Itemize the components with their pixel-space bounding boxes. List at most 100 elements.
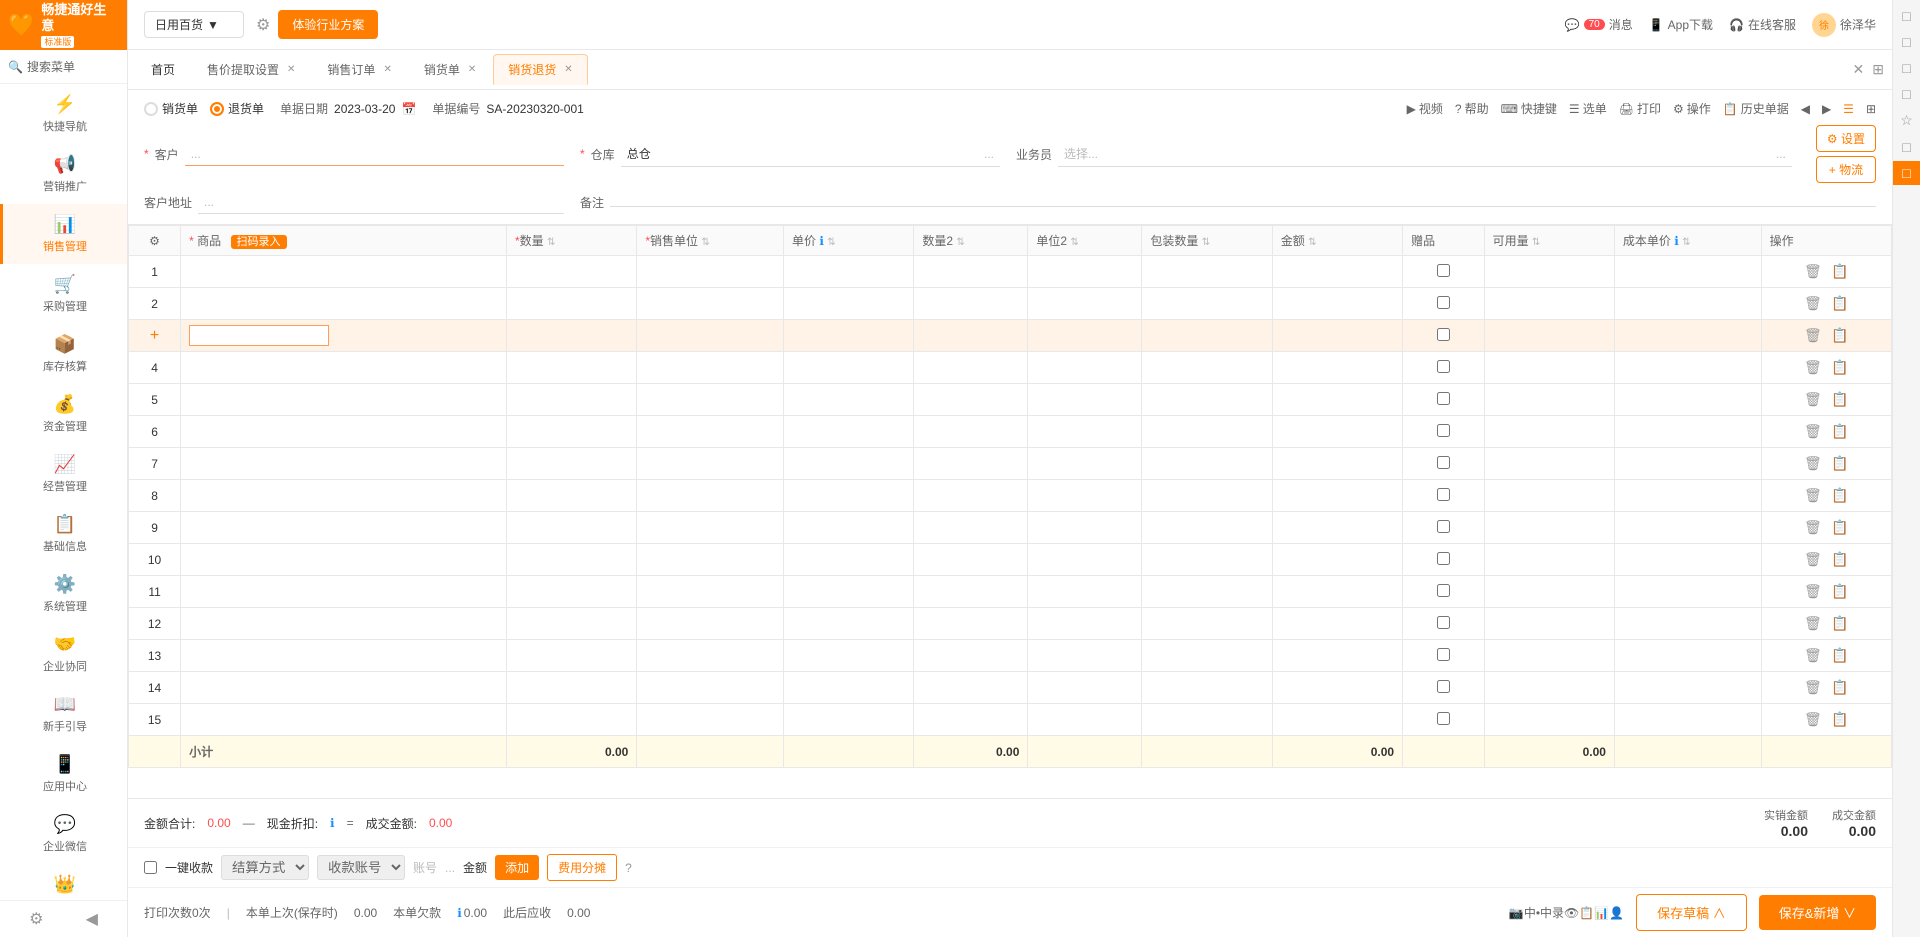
qty2-cell[interactable]	[914, 416, 1028, 448]
warehouse-input[interactable]: 总仓 ...	[621, 141, 1000, 167]
qty2-cell[interactable]	[914, 256, 1028, 288]
sidebar-item-operations[interactable]: 📈 经营管理	[0, 444, 127, 504]
product-cell[interactable]	[181, 576, 507, 608]
cost-cell[interactable]	[1614, 480, 1761, 512]
gift-cell[interactable]	[1403, 608, 1484, 640]
copy-icon[interactable]: 📋	[1831, 647, 1848, 663]
amount-cell[interactable]	[1272, 448, 1402, 480]
pkg-qty-cell[interactable]	[1142, 512, 1272, 544]
nav-next-icon[interactable]: ▶	[1822, 102, 1831, 116]
sidebar-item-basic[interactable]: 📋 基础信息	[0, 504, 127, 564]
note-input[interactable]	[610, 198, 1876, 207]
notification-item[interactable]: 💬 70 消息	[1565, 16, 1633, 33]
product-cell[interactable]	[181, 288, 507, 320]
available-cell[interactable]	[1484, 480, 1614, 512]
copy-icon[interactable]: 📋	[1831, 295, 1848, 311]
gift-cell[interactable]	[1403, 512, 1484, 544]
right-panel-icon-6[interactable]: □	[1893, 135, 1920, 159]
copy-icon[interactable]: 📋	[1831, 711, 1848, 727]
tab-sales-order[interactable]: 销售订单 ✕	[312, 54, 406, 85]
product-cell[interactable]	[181, 384, 507, 416]
right-panel-icon-3[interactable]: □	[1893, 56, 1920, 80]
gift-checkbox[interactable]	[1437, 264, 1450, 277]
gift-cell[interactable]	[1403, 288, 1484, 320]
available-cell[interactable]	[1484, 512, 1614, 544]
amount-cell[interactable]	[1272, 608, 1402, 640]
price-cell[interactable]	[783, 416, 913, 448]
copy-icon[interactable]: 📋	[1831, 263, 1848, 279]
tab-grid-icon[interactable]: ⊞	[1872, 61, 1884, 78]
right-panel-icon-1[interactable]: □	[1893, 4, 1920, 28]
unit2-sort-icon[interactable]: ⇅	[1070, 237, 1078, 248]
pkg-qty-cell[interactable]	[1142, 320, 1272, 352]
unit2-cell[interactable]	[1028, 352, 1142, 384]
amount-cell[interactable]	[1272, 288, 1402, 320]
gift-checkbox[interactable]	[1437, 488, 1450, 501]
unit2-cell[interactable]	[1028, 544, 1142, 576]
copy-icon[interactable]: 📋	[1831, 551, 1848, 567]
tab-close-all-icon[interactable]: ✕	[1853, 61, 1865, 78]
qty2-cell[interactable]	[914, 576, 1028, 608]
pkg-qty-cell[interactable]	[1142, 352, 1272, 384]
qty-sort-icon[interactable]: ⇅	[547, 237, 555, 248]
qty-cell[interactable]	[507, 608, 637, 640]
unit-cell[interactable]	[637, 608, 784, 640]
qty-cell[interactable]	[507, 512, 637, 544]
product-cell[interactable]	[181, 256, 507, 288]
right-panel-icon-7[interactable]: □	[1893, 161, 1920, 185]
view-list-icon[interactable]: ☰	[1843, 102, 1854, 116]
qty-cell[interactable]	[507, 288, 637, 320]
gift-checkbox[interactable]	[1437, 584, 1450, 597]
gift-cell[interactable]	[1403, 640, 1484, 672]
cost-cell[interactable]	[1614, 448, 1761, 480]
unit2-cell[interactable]	[1028, 416, 1142, 448]
delete-icon[interactable]: 🗑	[1804, 551, 1822, 567]
qty-cell[interactable]	[507, 576, 637, 608]
delete-icon[interactable]: 🗑	[1804, 455, 1822, 471]
history-btn[interactable]: 📋 历史单据	[1723, 100, 1789, 117]
available-cell[interactable]	[1484, 288, 1614, 320]
unit2-cell[interactable]	[1028, 384, 1142, 416]
gift-cell[interactable]	[1403, 416, 1484, 448]
delete-icon[interactable]: 🗑	[1804, 583, 1822, 599]
qty2-cell[interactable]	[914, 352, 1028, 384]
gift-cell[interactable]	[1403, 672, 1484, 704]
unit2-cell[interactable]	[1028, 448, 1142, 480]
available-cell[interactable]	[1484, 416, 1614, 448]
qty2-cell[interactable]	[914, 672, 1028, 704]
pkg-qty-cell[interactable]	[1142, 640, 1272, 672]
gift-checkbox[interactable]	[1437, 456, 1450, 469]
qty2-cell[interactable]	[914, 640, 1028, 672]
amount-cell[interactable]	[1272, 704, 1402, 736]
amount-cell[interactable]	[1272, 512, 1402, 544]
available-cell[interactable]	[1484, 384, 1614, 416]
expense-split-button[interactable]: 费用分摊	[547, 854, 617, 881]
price-cell[interactable]	[783, 672, 913, 704]
price-cell[interactable]	[783, 608, 913, 640]
cost-cell[interactable]	[1614, 672, 1761, 704]
cost-cell[interactable]	[1614, 608, 1761, 640]
product-cell[interactable]	[181, 512, 507, 544]
product-cell[interactable]	[181, 672, 507, 704]
cost-cell[interactable]	[1614, 576, 1761, 608]
app-download-item[interactable]: 📱 App下载	[1649, 16, 1713, 33]
calendar-icon[interactable]: 📅	[401, 102, 416, 116]
cost-cell[interactable]	[1614, 320, 1761, 352]
cost-cell[interactable]	[1614, 704, 1761, 736]
unit2-cell[interactable]	[1028, 480, 1142, 512]
copy-icon[interactable]: 📋	[1831, 359, 1848, 375]
unit-cell[interactable]	[637, 512, 784, 544]
copy-icon[interactable]: 📋	[1831, 327, 1848, 343]
delete-icon[interactable]: 🗑	[1804, 295, 1822, 311]
unit-cell[interactable]	[637, 256, 784, 288]
price-cell[interactable]	[783, 320, 913, 352]
gift-checkbox[interactable]	[1437, 552, 1450, 565]
delete-icon[interactable]: 🗑	[1804, 263, 1822, 279]
sidebar-item-guide[interactable]: 📖 新手引导	[0, 684, 127, 744]
pkg-qty-cell[interactable]	[1142, 256, 1272, 288]
price-cell[interactable]	[783, 512, 913, 544]
product-cell[interactable]	[181, 544, 507, 576]
sidebar-item-shortcut[interactable]: ⚡ 快捷导航	[0, 84, 127, 144]
print-btn[interactable]: 🖨 打印	[1619, 100, 1661, 117]
unit-cell[interactable]	[637, 416, 784, 448]
